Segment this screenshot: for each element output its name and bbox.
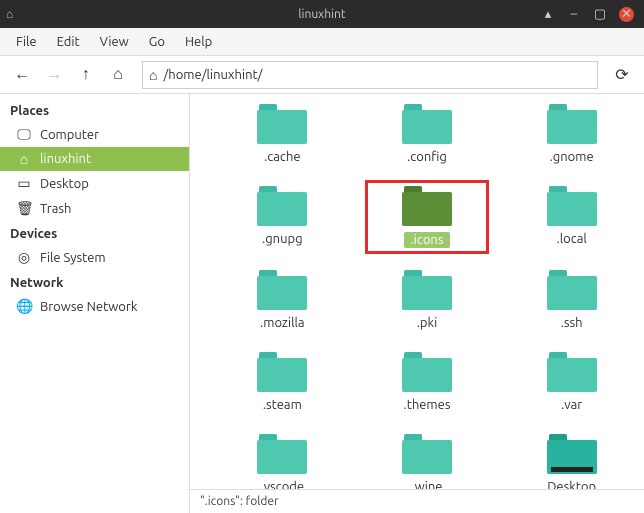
maximize-button[interactable]: ▢ <box>593 7 607 21</box>
folder-icon <box>547 352 597 392</box>
menu-view[interactable]: View <box>90 31 139 53</box>
folder-label: .gnome <box>550 150 594 164</box>
sidebar-item-label: Trash <box>40 202 71 216</box>
folder-grid-scroll[interactable]: .cache .config .gnome .gnupg .icons .local .mo… <box>190 94 644 489</box>
folder-label: .mozilla <box>260 316 305 330</box>
file-manager-window: ⌂ linuxhint ▴ – ▢ ✕ File Edit View Go He… <box>0 0 644 513</box>
folder-item[interactable]: Desktop <box>509 428 634 489</box>
path-bar[interactable]: ⌂ /home/linuxhint/ <box>142 61 598 89</box>
folder-label: Desktop <box>547 480 596 489</box>
sidebar-item[interactable]: 🖵 Computer <box>0 122 189 147</box>
sidebar-item-label: linuxhint <box>40 152 91 166</box>
sidebar-item-label: Browse Network <box>40 300 137 314</box>
sidebar-item-label: Computer <box>40 128 99 142</box>
sidebar-item[interactable]: 🌐 Browse Network <box>0 294 189 319</box>
sidebar-item[interactable]: ⌂ linuxhint <box>0 147 189 171</box>
folder-icon <box>402 352 452 392</box>
folder-label: .vscode <box>261 480 305 489</box>
minimize-button[interactable]: – <box>567 7 581 21</box>
sidebar-item-icon: ⌂ <box>16 151 32 167</box>
folder-icon <box>547 270 597 310</box>
titlebar[interactable]: ⌂ linuxhint ▴ – ▢ ✕ <box>0 0 644 28</box>
folder-icon <box>402 186 452 226</box>
folder-item[interactable]: .pki <box>365 264 490 336</box>
titlebar-home-icon: ⌂ <box>6 7 24 21</box>
menu-edit[interactable]: Edit <box>47 31 90 53</box>
folder-label: .ssh <box>561 316 583 330</box>
menu-go[interactable]: Go <box>139 31 175 53</box>
home-button[interactable]: ⌂ <box>104 61 132 89</box>
folder-label: .config <box>407 150 447 164</box>
close-button[interactable]: ✕ <box>619 7 634 22</box>
main-pane: .cache .config .gnome .gnupg .icons .local .mo… <box>190 94 644 513</box>
folder-item[interactable]: .var <box>509 346 634 418</box>
menu-icon[interactable]: ▴ <box>541 7 555 21</box>
folder-label: .wine <box>412 480 443 489</box>
sidebar-heading: Places <box>0 98 189 122</box>
window-controls: ▴ – ▢ ✕ <box>541 7 644 22</box>
folder-item[interactable]: .config <box>365 98 490 170</box>
folder-grid: .cache .config .gnome .gnupg .icons .local .mo… <box>220 98 634 489</box>
folder-icon <box>402 434 452 474</box>
folder-icon <box>547 104 597 144</box>
folder-item[interactable]: .icons <box>365 180 490 254</box>
folder-item[interactable]: .themes <box>365 346 490 418</box>
folder-icon <box>257 186 307 226</box>
window-title: linuxhint <box>298 8 345 21</box>
folder-item[interactable]: .gnome <box>509 98 634 170</box>
folder-item[interactable]: .local <box>509 180 634 254</box>
folder-item[interactable]: .vscode <box>220 428 345 489</box>
folder-item[interactable]: .mozilla <box>220 264 345 336</box>
menu-file[interactable]: File <box>6 31 47 53</box>
folder-icon <box>257 104 307 144</box>
sidebar-item-icon: 🗑 <box>16 200 32 217</box>
sidebar-item-icon: 🌐 <box>16 298 32 315</box>
forward-button[interactable]: → <box>40 61 68 89</box>
sidebar-item[interactable]: ◎ File System <box>0 245 189 270</box>
path-home-icon: ⌂ <box>149 67 157 83</box>
folder-label: .pki <box>417 316 438 330</box>
folder-label: .gnupg <box>262 232 303 246</box>
folder-label: .themes <box>404 398 451 412</box>
folder-icon <box>402 104 452 144</box>
folder-icon <box>257 270 307 310</box>
menubar: File Edit View Go Help <box>0 28 644 56</box>
toolbar: ← → ↑ ⌂ ⌂ /home/linuxhint/ ⟳ <box>0 56 644 94</box>
sidebar: Places 🖵 Computer ⌂ linuxhint ▭ Desktop 🗑 Trash D… <box>0 94 190 513</box>
path-text: /home/linuxhint/ <box>163 68 262 82</box>
folder-icon <box>257 434 307 474</box>
sidebar-heading: Devices <box>0 221 189 245</box>
sidebar-item-label: File System <box>40 251 106 265</box>
folder-label: .local <box>557 232 587 246</box>
window-body: Places 🖵 Computer ⌂ linuxhint ▭ Desktop 🗑 Trash D… <box>0 94 644 513</box>
folder-item[interactable]: .steam <box>220 346 345 418</box>
folder-item[interactable]: .gnupg <box>220 180 345 254</box>
folder-icon <box>547 434 597 474</box>
up-button[interactable]: ↑ <box>72 61 100 89</box>
folder-icon <box>257 352 307 392</box>
reload-button[interactable]: ⟳ <box>608 61 636 89</box>
menu-help[interactable]: Help <box>175 31 222 53</box>
status-text: ".icons": folder <box>200 495 279 508</box>
folder-icon <box>402 270 452 310</box>
status-bar: ".icons": folder <box>190 489 644 513</box>
folder-item[interactable]: .wine <box>365 428 490 489</box>
sidebar-item-icon: ▭ <box>16 175 32 192</box>
sidebar-item-icon: 🖵 <box>16 126 32 143</box>
sidebar-heading: Network <box>0 270 189 294</box>
folder-icon <box>547 186 597 226</box>
folder-item[interactable]: .ssh <box>509 264 634 336</box>
folder-label: .icons <box>404 232 449 248</box>
folder-label: .var <box>561 398 582 412</box>
sidebar-item-icon: ◎ <box>16 249 32 266</box>
back-button[interactable]: ← <box>8 61 36 89</box>
folder-label: .cache <box>264 150 301 164</box>
sidebar-item[interactable]: ▭ Desktop <box>0 171 189 196</box>
sidebar-item[interactable]: 🗑 Trash <box>0 196 189 221</box>
folder-item[interactable]: .cache <box>220 98 345 170</box>
sidebar-item-label: Desktop <box>40 177 89 191</box>
folder-label: .steam <box>263 398 302 412</box>
